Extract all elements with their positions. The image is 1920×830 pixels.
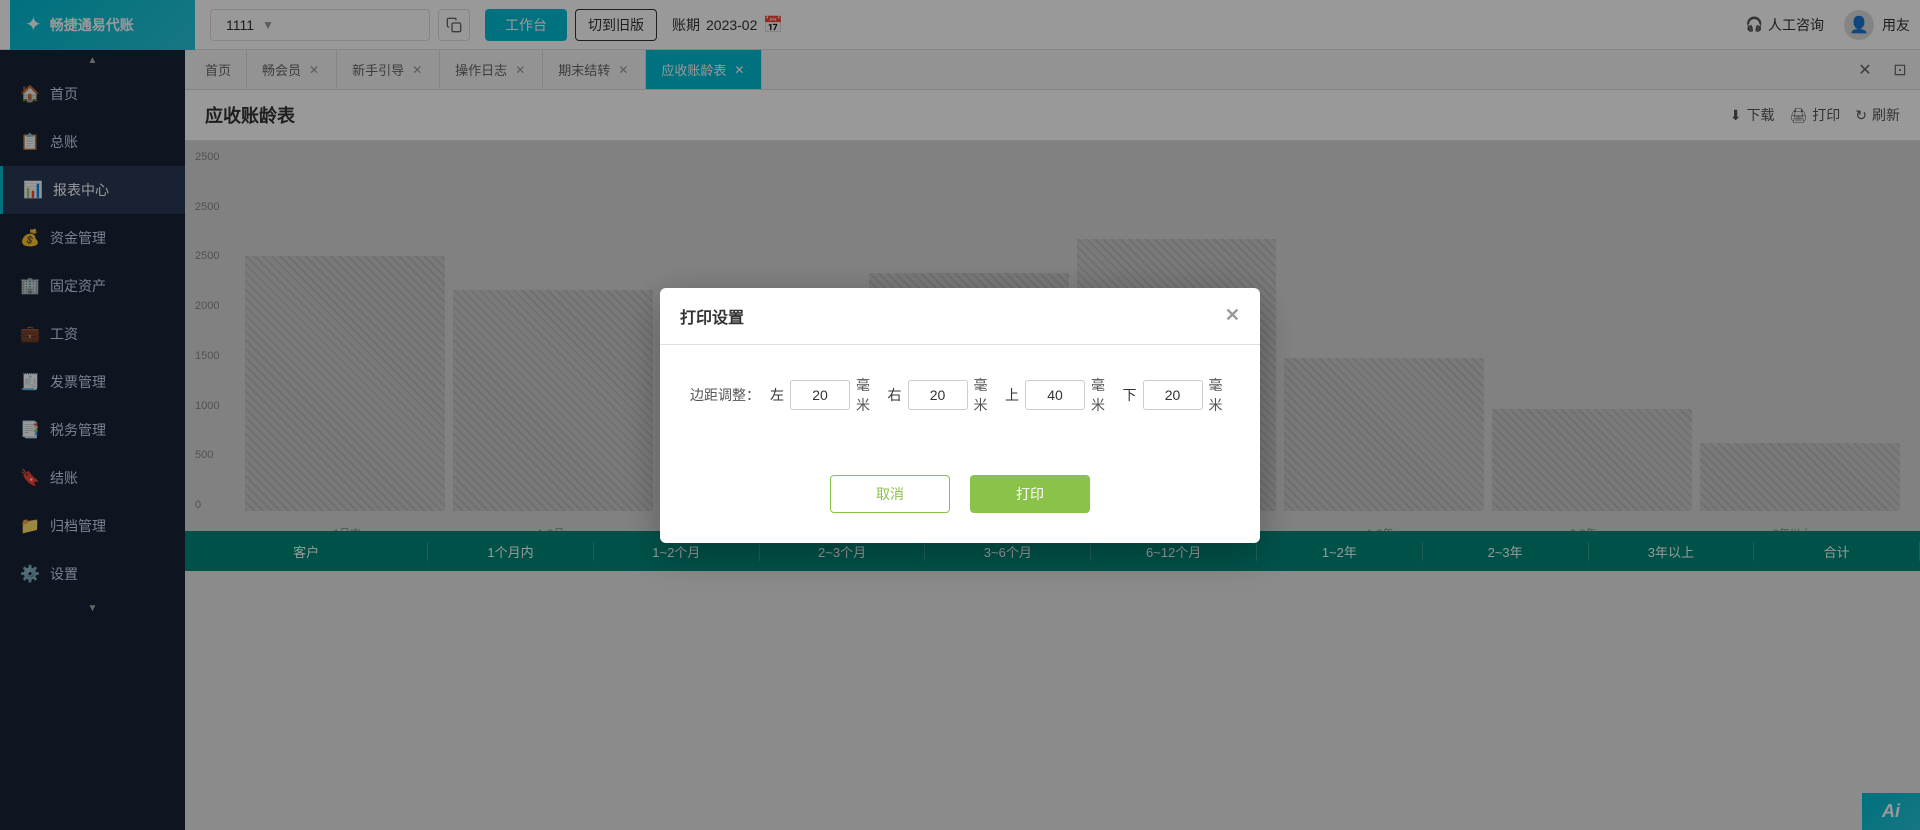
left-unit-label: 毫米 <box>856 375 878 415</box>
top-margin-group: 上 毫米 <box>1005 375 1113 415</box>
top-unit-label: 毫米 <box>1091 375 1113 415</box>
bottom-direction-label: 下 <box>1123 385 1137 405</box>
margin-row: 边距调整： 左 毫米 右 毫米 上 毫米 下 <box>690 375 1230 415</box>
bottom-margin-group: 下 毫米 <box>1123 375 1231 415</box>
print-settings-modal: 打印设置 ✕ 边距调整： 左 毫米 右 毫米 上 毫米 <box>660 288 1260 543</box>
top-direction-label: 上 <box>1005 385 1019 405</box>
left-margin-group: 左 毫米 <box>770 375 878 415</box>
confirm-print-button[interactable]: 打印 <box>970 475 1090 513</box>
top-margin-input[interactable] <box>1025 380 1085 410</box>
bottom-unit-label: 毫米 <box>1209 375 1231 415</box>
cancel-button[interactable]: 取消 <box>830 475 950 513</box>
right-direction-label: 右 <box>888 385 902 405</box>
right-margin-input[interactable] <box>908 380 968 410</box>
right-unit-label: 毫米 <box>974 375 996 415</box>
left-direction-label: 左 <box>770 385 784 405</box>
modal-body: 边距调整： 左 毫米 右 毫米 上 毫米 下 <box>660 345 1260 455</box>
modal-footer: 取消 打印 <box>660 455 1260 543</box>
modal-overlay: 打印设置 ✕ 边距调整： 左 毫米 右 毫米 上 毫米 <box>0 0 1920 830</box>
right-margin-group: 右 毫米 <box>888 375 996 415</box>
left-margin-input[interactable] <box>790 380 850 410</box>
modal-close-button[interactable]: ✕ <box>1225 305 1240 326</box>
bottom-margin-input[interactable] <box>1143 380 1203 410</box>
modal-title: 打印设置 <box>680 304 744 328</box>
margin-label: 边距调整： <box>690 385 760 405</box>
modal-header: 打印设置 ✕ <box>660 288 1260 345</box>
